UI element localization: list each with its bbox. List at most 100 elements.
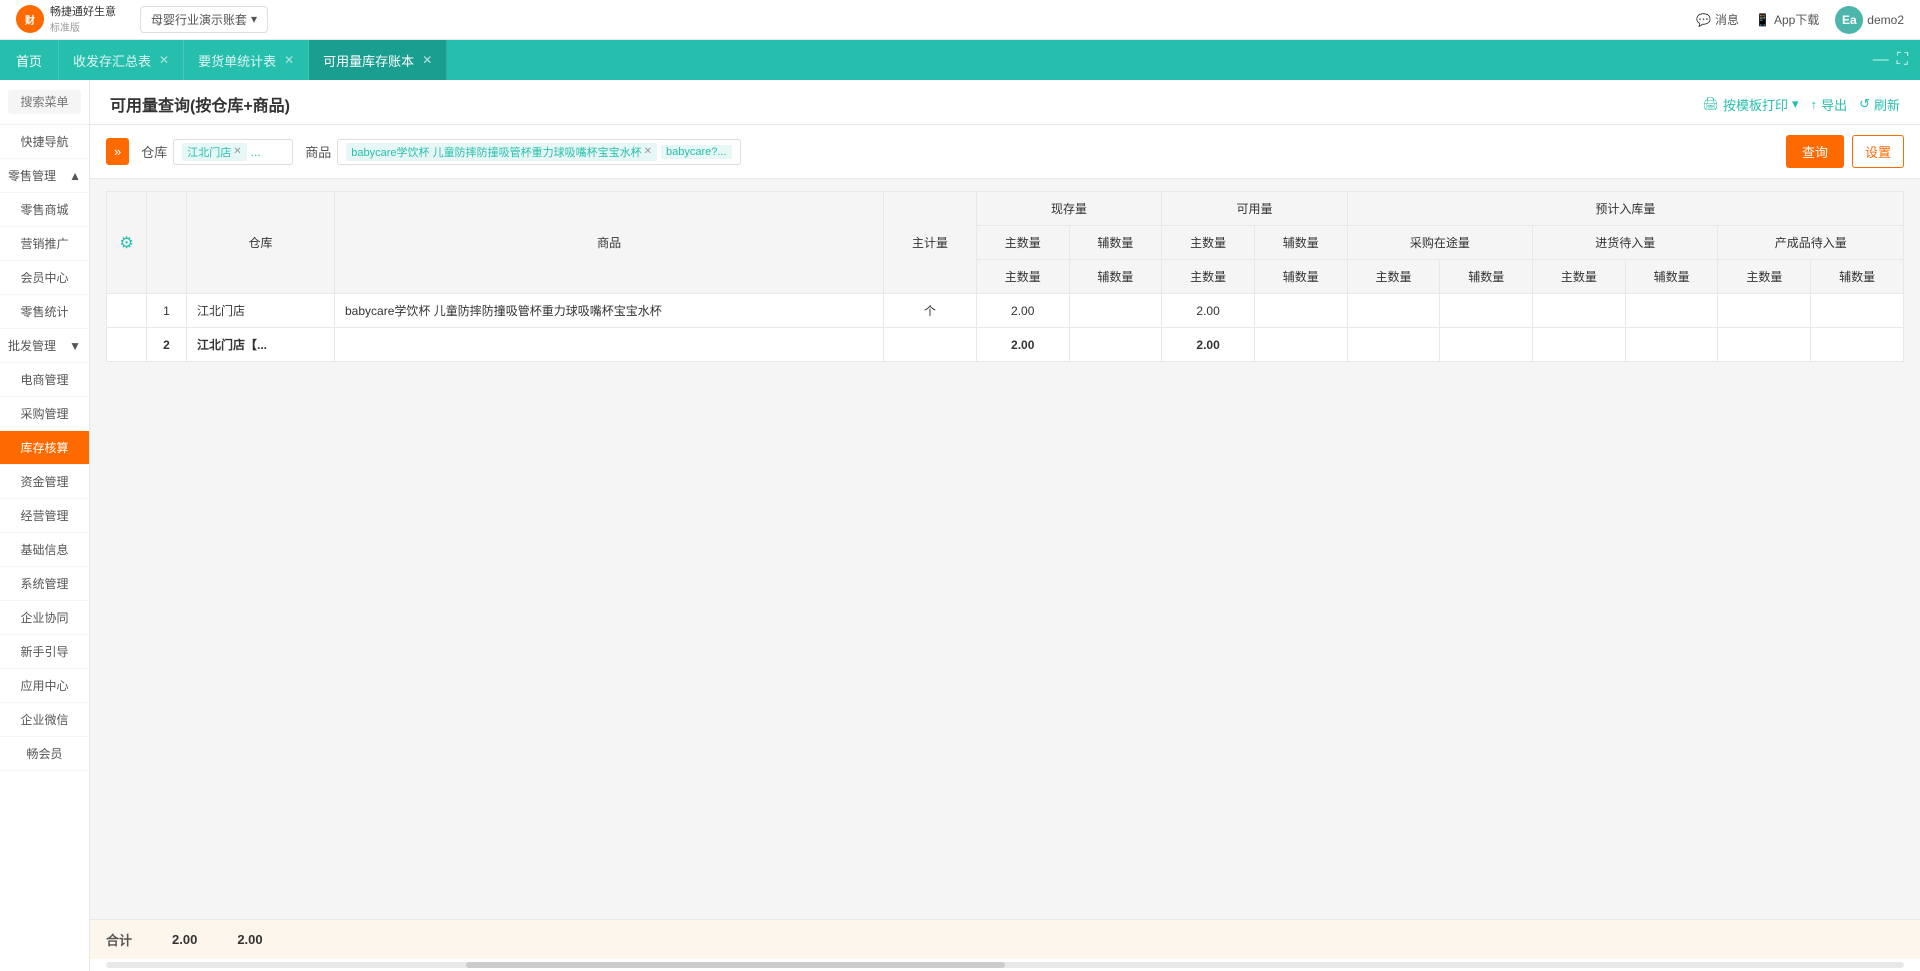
sidebar-item-member[interactable]: 会员中心 (0, 261, 89, 295)
refresh-btn[interactable]: ↺ 刷新 (1859, 95, 1900, 114)
th-avail-sub-2: 辅数量 (1254, 260, 1347, 294)
maximize-icon[interactable]: ⛶ (1897, 51, 1908, 69)
user-name: demo2 (1867, 13, 1904, 27)
sidebar-item-retail-stats[interactable]: 零售统计 (0, 295, 89, 329)
industry-select[interactable]: 母婴行业演示账套 ▾ (140, 6, 268, 33)
th-avail-sub: 辅数量 (1254, 226, 1347, 260)
product-tag-2: babycare?... (661, 145, 732, 159)
search-input[interactable] (8, 90, 81, 114)
logo-area: 财 畅捷通好生意 标准版 (16, 5, 116, 34)
sidebar-item-ecom-mgmt-label: 电商管理 (20, 373, 68, 387)
product-tag-1-remove[interactable]: ✕ (644, 146, 652, 157)
sidebar-item-system-label: 系统管理 (20, 577, 68, 591)
th-purchase-transit-group: 采购在途量 (1347, 226, 1532, 260)
sidebar-item-retail-mgmt[interactable]: 零售管理 ▲ (0, 159, 89, 193)
sidebar-item-wholesale-mgmt[interactable]: 批发管理 ▼ (0, 329, 89, 363)
message-label: 消息 (1715, 11, 1739, 28)
sidebar-item-operations[interactable]: 经营管理 (0, 499, 89, 533)
app-download-btn[interactable]: 📱 App下载 (1755, 11, 1819, 28)
sidebar-item-basic-info[interactable]: 基础信息 (0, 533, 89, 567)
sidebar-item-member-label[interactable]: 畅会员 (0, 737, 89, 771)
sidebar-item-quick-nav[interactable]: 快捷导航 (0, 125, 89, 159)
row-ip-sub-1 (1625, 328, 1718, 362)
scroll-thumb[interactable] (466, 962, 1005, 968)
sidebar-item-app-center-label: 应用中心 (20, 679, 68, 693)
scroll-track[interactable] (106, 962, 1904, 968)
mobile-icon: 📱 (1755, 13, 1770, 27)
th-stock-group: 现存量 (976, 192, 1161, 226)
sidebar-item-retail-mall[interactable]: 零售商城 (0, 193, 89, 227)
row-warehouse-1: 江北门店【... (187, 328, 335, 362)
warehouse-tag-1: 江北门店 ✕ (182, 143, 246, 161)
warehouse-tag-1-text: 江北门店 (187, 144, 231, 160)
sidebar-item-newbie-label: 新手引导 (20, 645, 68, 659)
tab-available[interactable]: 可用量库存账本 ✕ (309, 40, 447, 80)
filter-more-btn[interactable]: ... (251, 145, 261, 159)
product-tag-2-text: babycare?... (666, 146, 727, 158)
sidebar-item-retail-mgmt-label: 零售管理 (8, 167, 56, 184)
page-header: 可用量查询(按仓库+商品) 🖨 按模板打印 ▾ ↑ 导出 ↺ 刷新 (90, 80, 1920, 125)
product-tag-group[interactable]: babycare学饮杯 儿童防摔防撞吸管杯重力球吸嘴杯宝宝水杯 ✕ babyca… (337, 139, 740, 165)
row-pt-sub-0 (1440, 294, 1533, 328)
industry-select-label: 母婴行业演示账套 (151, 11, 247, 28)
sidebar-item-member-label-text: 畅会员 (26, 747, 62, 761)
sidebar-item-purchase-mgmt[interactable]: 采购管理 (0, 397, 89, 431)
sidebar-item-finance[interactable]: 资金管理 (0, 465, 89, 499)
tab-receipts-close[interactable]: ✕ (159, 53, 169, 67)
sidebar-item-purchase-mgmt-label: 采购管理 (20, 407, 68, 421)
th-warehouse: 仓库 (187, 192, 335, 294)
th-avail-main-2: 主数量 (1162, 260, 1255, 294)
tab-orders-close[interactable]: ✕ (284, 53, 294, 67)
row-avail-main-0: 2.00 (1162, 294, 1255, 328)
filter-warehouse: 仓库 江北门店 ✕ ... (141, 139, 293, 165)
warehouse-tag-1-remove[interactable]: ✕ (233, 146, 241, 157)
sidebar-item-ecom-mgmt[interactable]: 电商管理 (0, 363, 89, 397)
row-pp-sub-1 (1811, 328, 1904, 362)
sidebar-item-enterprise[interactable]: 企业协同 (0, 601, 89, 635)
sidebar-item-app-center[interactable]: 应用中心 (0, 669, 89, 703)
print-label: 按模板打印 (1723, 95, 1788, 114)
chevron-down-icon-2: ▼ (69, 339, 81, 353)
th-product-pending-sub: 辅数量 (1811, 260, 1904, 294)
sidebar-item-newbie[interactable]: 新手引导 (0, 635, 89, 669)
user-area[interactable]: Ea demo2 (1835, 6, 1904, 34)
sidebar-item-quick-nav-label: 快捷导航 (20, 135, 68, 149)
filter-expand-btn[interactable]: » (106, 138, 129, 165)
tab-home[interactable]: 首页 (0, 40, 59, 80)
table-container: ⚙ 仓库 商品 主计量 现存量 可用量 预计入库量 主数量 辅数量 主数量 (90, 179, 1920, 919)
sidebar-item-retail-mall-label: 零售商城 (20, 203, 68, 217)
refresh-icon: ↺ (1859, 96, 1870, 112)
settings-btn[interactable]: 设置 (1852, 135, 1904, 168)
sidebar-item-finance-label: 资金管理 (20, 475, 68, 489)
tab-receipts[interactable]: 收发存汇总表 ✕ (59, 40, 184, 80)
row-gear-1 (107, 328, 147, 362)
gear-icon[interactable]: ⚙ (119, 235, 133, 252)
message-btn[interactable]: 💬 消息 (1696, 11, 1739, 28)
chevron-down-icon: ▾ (251, 12, 257, 26)
sidebar-item-marketing[interactable]: 营销推广 (0, 227, 89, 261)
export-btn[interactable]: ↑ 导出 (1811, 95, 1848, 114)
warehouse-tag-group[interactable]: 江北门店 ✕ ... (173, 139, 293, 165)
minimize-icon[interactable]: — (1873, 51, 1889, 69)
filter-actions: 查询 设置 (1786, 135, 1904, 168)
logo-icon: 财 (16, 5, 44, 33)
sidebar-item-inventory[interactable]: 库存核算 (0, 431, 89, 465)
print-btn[interactable]: 🖨 按模板打印 ▾ (1703, 95, 1799, 114)
tab-available-close[interactable]: ✕ (422, 53, 432, 67)
th-product-pending-group: 产成品待入量 (1718, 226, 1904, 260)
tab-orders[interactable]: 要货单统计表 ✕ (184, 40, 309, 80)
sidebar-item-system[interactable]: 系统管理 (0, 567, 89, 601)
th-stock-main: 主数量 (976, 226, 1069, 260)
th-product-pending-main: 主数量 (1718, 260, 1811, 294)
tab-actions: — ⛶ (1861, 40, 1920, 80)
sidebar-item-wholesale-mgmt-label: 批发管理 (8, 337, 56, 354)
product-tag-1-text: babycare学饮杯 儿童防摔防撞吸管杯重力球吸嘴杯宝宝水杯 (351, 144, 641, 160)
row-product-0: babycare学饮杯 儿童防摔防撞吸管杯重力球吸嘴杯宝宝水杯 (335, 294, 884, 328)
sidebar-item-enterprise-wechat[interactable]: 企业微信 (0, 703, 89, 737)
warehouse-label: 仓库 (141, 142, 167, 161)
export-label: 导出 (1821, 95, 1847, 114)
query-btn[interactable]: 查询 (1786, 135, 1844, 168)
row-avail-sub-1 (1254, 328, 1347, 362)
th-index (147, 192, 187, 294)
row-avail-main-1: 2.00 (1162, 328, 1255, 362)
